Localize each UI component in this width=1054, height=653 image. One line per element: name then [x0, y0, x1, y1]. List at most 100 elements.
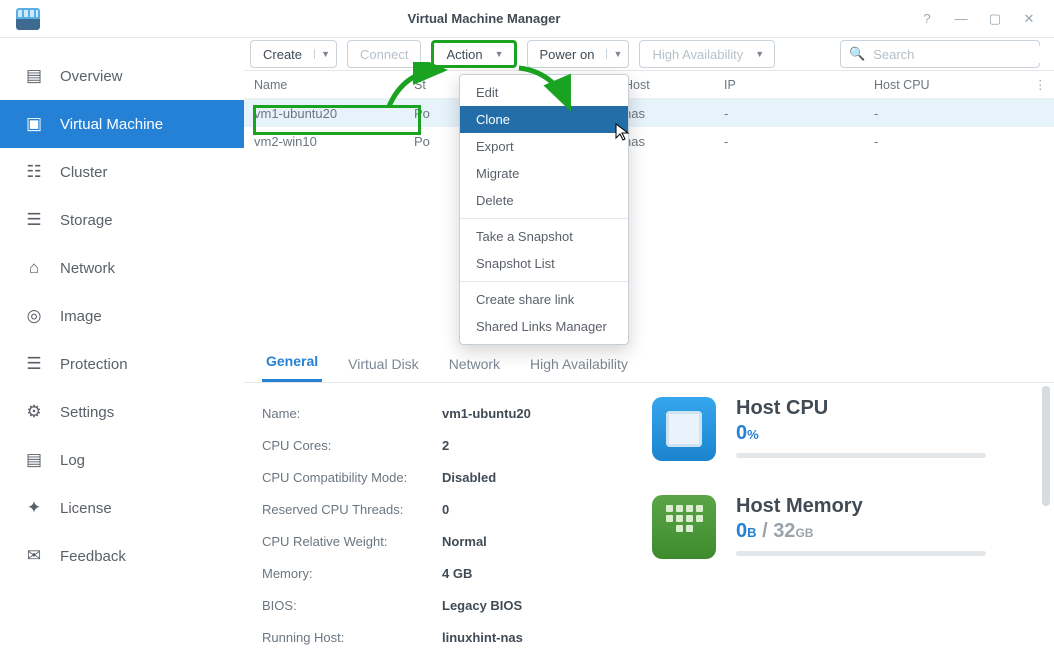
- sidebar-item-label: Feedback: [60, 548, 126, 565]
- menu-item-migrate[interactable]: Migrate: [460, 160, 628, 187]
- table-header: Name St Host IP Host CPU ⋮: [244, 71, 1054, 99]
- cell-ip: -: [724, 106, 874, 121]
- sidebar-item-image[interactable]: ◎ Image: [0, 292, 244, 340]
- menu-item-share-link[interactable]: Create share link: [460, 286, 628, 313]
- sidebar-item-settings[interactable]: ⚙ Settings: [0, 388, 244, 436]
- sidebar-item-license[interactable]: ✦ License: [0, 484, 244, 532]
- menu-item-shared-links-manager[interactable]: Shared Links Manager: [460, 313, 628, 340]
- tab-general[interactable]: General: [262, 345, 322, 382]
- button-label: High Availability: [640, 47, 755, 62]
- sidebar-item-feedback[interactable]: ✉ Feedback: [0, 532, 244, 580]
- prop-row: CPU Compatibility Mode:Disabled: [262, 461, 642, 493]
- sidebar-item-cluster[interactable]: ☷ Cluster: [0, 148, 244, 196]
- metric-title: Host CPU: [736, 397, 986, 420]
- sidebar-item-storage[interactable]: ☰ Storage: [0, 196, 244, 244]
- chevron-down-icon: ▼: [755, 49, 774, 59]
- button-label: Power on: [528, 47, 607, 62]
- sidebar-item-label: Virtual Machine: [60, 116, 163, 133]
- sidebar-item-label: Protection: [60, 356, 128, 373]
- metric-value: 0%: [736, 422, 986, 445]
- sidebar: ▤ Overview ▣ Virtual Machine ☷ Cluster ☰…: [0, 38, 244, 653]
- menu-item-snapshot[interactable]: Take a Snapshot: [460, 223, 628, 250]
- cell-name: vm1-ubuntu20: [254, 106, 414, 121]
- storage-icon: ☰: [24, 210, 44, 230]
- search-input[interactable]: [871, 46, 1051, 63]
- vm-icon: ▣: [24, 114, 44, 134]
- protection-icon: ☰: [24, 354, 44, 374]
- cell-host-cpu: -: [874, 106, 1054, 121]
- minimize-icon[interactable]: —: [952, 11, 970, 27]
- menu-item-delete[interactable]: Delete: [460, 187, 628, 214]
- close-icon[interactable]: ✕: [1020, 11, 1038, 27]
- titlebar: Virtual Machine Manager ? — ▢ ✕: [0, 0, 1054, 38]
- column-menu-icon[interactable]: ⋮: [1034, 77, 1054, 92]
- tab-virtual-disk[interactable]: Virtual Disk: [344, 348, 423, 382]
- metrics: Host CPU 0% Host Memory: [648, 397, 1054, 653]
- chevron-down-icon: ▼: [321, 49, 330, 59]
- sidebar-item-overview[interactable]: ▤ Overview: [0, 52, 244, 100]
- sidebar-item-log[interactable]: ▤ Log: [0, 436, 244, 484]
- metric-value: 0B / 32GB: [736, 520, 986, 543]
- key-icon: ✦: [24, 498, 44, 518]
- prop-row: CPU Cores:2: [262, 429, 642, 461]
- button-label: Create: [251, 47, 314, 62]
- search-box[interactable]: 🔍: [840, 40, 1040, 68]
- prop-row: Name:vm1-ubuntu20: [262, 397, 642, 429]
- metric-host-memory: Host Memory 0B / 32GB: [652, 495, 1054, 559]
- properties-list: Name:vm1-ubuntu20 CPU Cores:2 CPU Compat…: [262, 397, 642, 653]
- sidebar-item-virtual-machine[interactable]: ▣ Virtual Machine: [0, 100, 244, 148]
- vm-table: Name St Host IP Host CPU ⋮ vm1-ubuntu20 …: [244, 70, 1054, 155]
- window-controls: ? — ▢ ✕: [918, 11, 1038, 27]
- button-label: Action: [434, 47, 494, 62]
- ha-button[interactable]: High Availability ▼: [639, 40, 775, 68]
- log-icon: ▤: [24, 450, 44, 470]
- menu-separator: [460, 281, 628, 282]
- window-title: Virtual Machine Manager: [50, 11, 918, 26]
- metric-bar: [736, 551, 986, 556]
- detail-tabs: General Virtual Disk Network High Availa…: [244, 345, 1054, 383]
- col-ip[interactable]: IP: [724, 78, 874, 92]
- cursor-icon: [614, 122, 632, 147]
- cell-host: nas: [624, 134, 724, 149]
- sidebar-item-label: Overview: [60, 68, 123, 85]
- table-row[interactable]: vm2-win10 Po nas - -: [244, 127, 1054, 155]
- table-row[interactable]: vm1-ubuntu20 Po nas - -: [244, 99, 1054, 127]
- cpu-icon: [652, 397, 716, 461]
- create-button[interactable]: Create ▼: [250, 40, 337, 68]
- chevron-down-icon: ▼: [613, 49, 622, 59]
- menu-item-snapshot-list[interactable]: Snapshot List: [460, 250, 628, 277]
- details-pane: Name:vm1-ubuntu20 CPU Cores:2 CPU Compat…: [244, 383, 1054, 653]
- menu-separator: [460, 218, 628, 219]
- overview-icon: ▤: [24, 66, 44, 86]
- content: Create ▼ Connect Action ▼ Power on ▼ Hig…: [244, 38, 1054, 653]
- sidebar-item-label: Settings: [60, 404, 114, 421]
- cell-ip: -: [724, 134, 874, 149]
- sidebar-item-network[interactable]: ⌂ Network: [0, 244, 244, 292]
- search-icon: 🔍: [849, 46, 865, 62]
- prop-row: BIOS:Legacy BIOS: [262, 589, 642, 621]
- scrollbar[interactable]: [1042, 386, 1050, 506]
- sidebar-item-label: Storage: [60, 212, 113, 229]
- app-icon: [16, 8, 40, 30]
- sidebar-item-label: Network: [60, 260, 115, 277]
- chevron-down-icon: ▼: [495, 49, 514, 59]
- sidebar-item-label: Image: [60, 308, 102, 325]
- col-host-cpu[interactable]: Host CPU: [874, 78, 1034, 92]
- button-label: Connect: [348, 47, 420, 62]
- tab-ha[interactable]: High Availability: [526, 348, 632, 382]
- sidebar-item-protection[interactable]: ☰ Protection: [0, 340, 244, 388]
- prop-row: Reserved CPU Threads:0: [262, 493, 642, 525]
- cell-name: vm2-win10: [254, 134, 414, 149]
- annotation-arrow: [514, 62, 584, 117]
- menu-item-export[interactable]: Export: [460, 133, 628, 160]
- memory-icon: [652, 495, 716, 559]
- cell-host: nas: [624, 106, 724, 121]
- prop-row: CPU Relative Weight:Normal: [262, 525, 642, 557]
- mail-icon: ✉: [24, 546, 44, 566]
- maximize-icon[interactable]: ▢: [986, 11, 1004, 27]
- help-icon[interactable]: ?: [918, 11, 936, 27]
- metric-host-cpu: Host CPU 0%: [652, 397, 1054, 461]
- tab-network[interactable]: Network: [445, 348, 504, 382]
- metric-bar: [736, 453, 986, 458]
- col-host[interactable]: Host: [624, 78, 724, 92]
